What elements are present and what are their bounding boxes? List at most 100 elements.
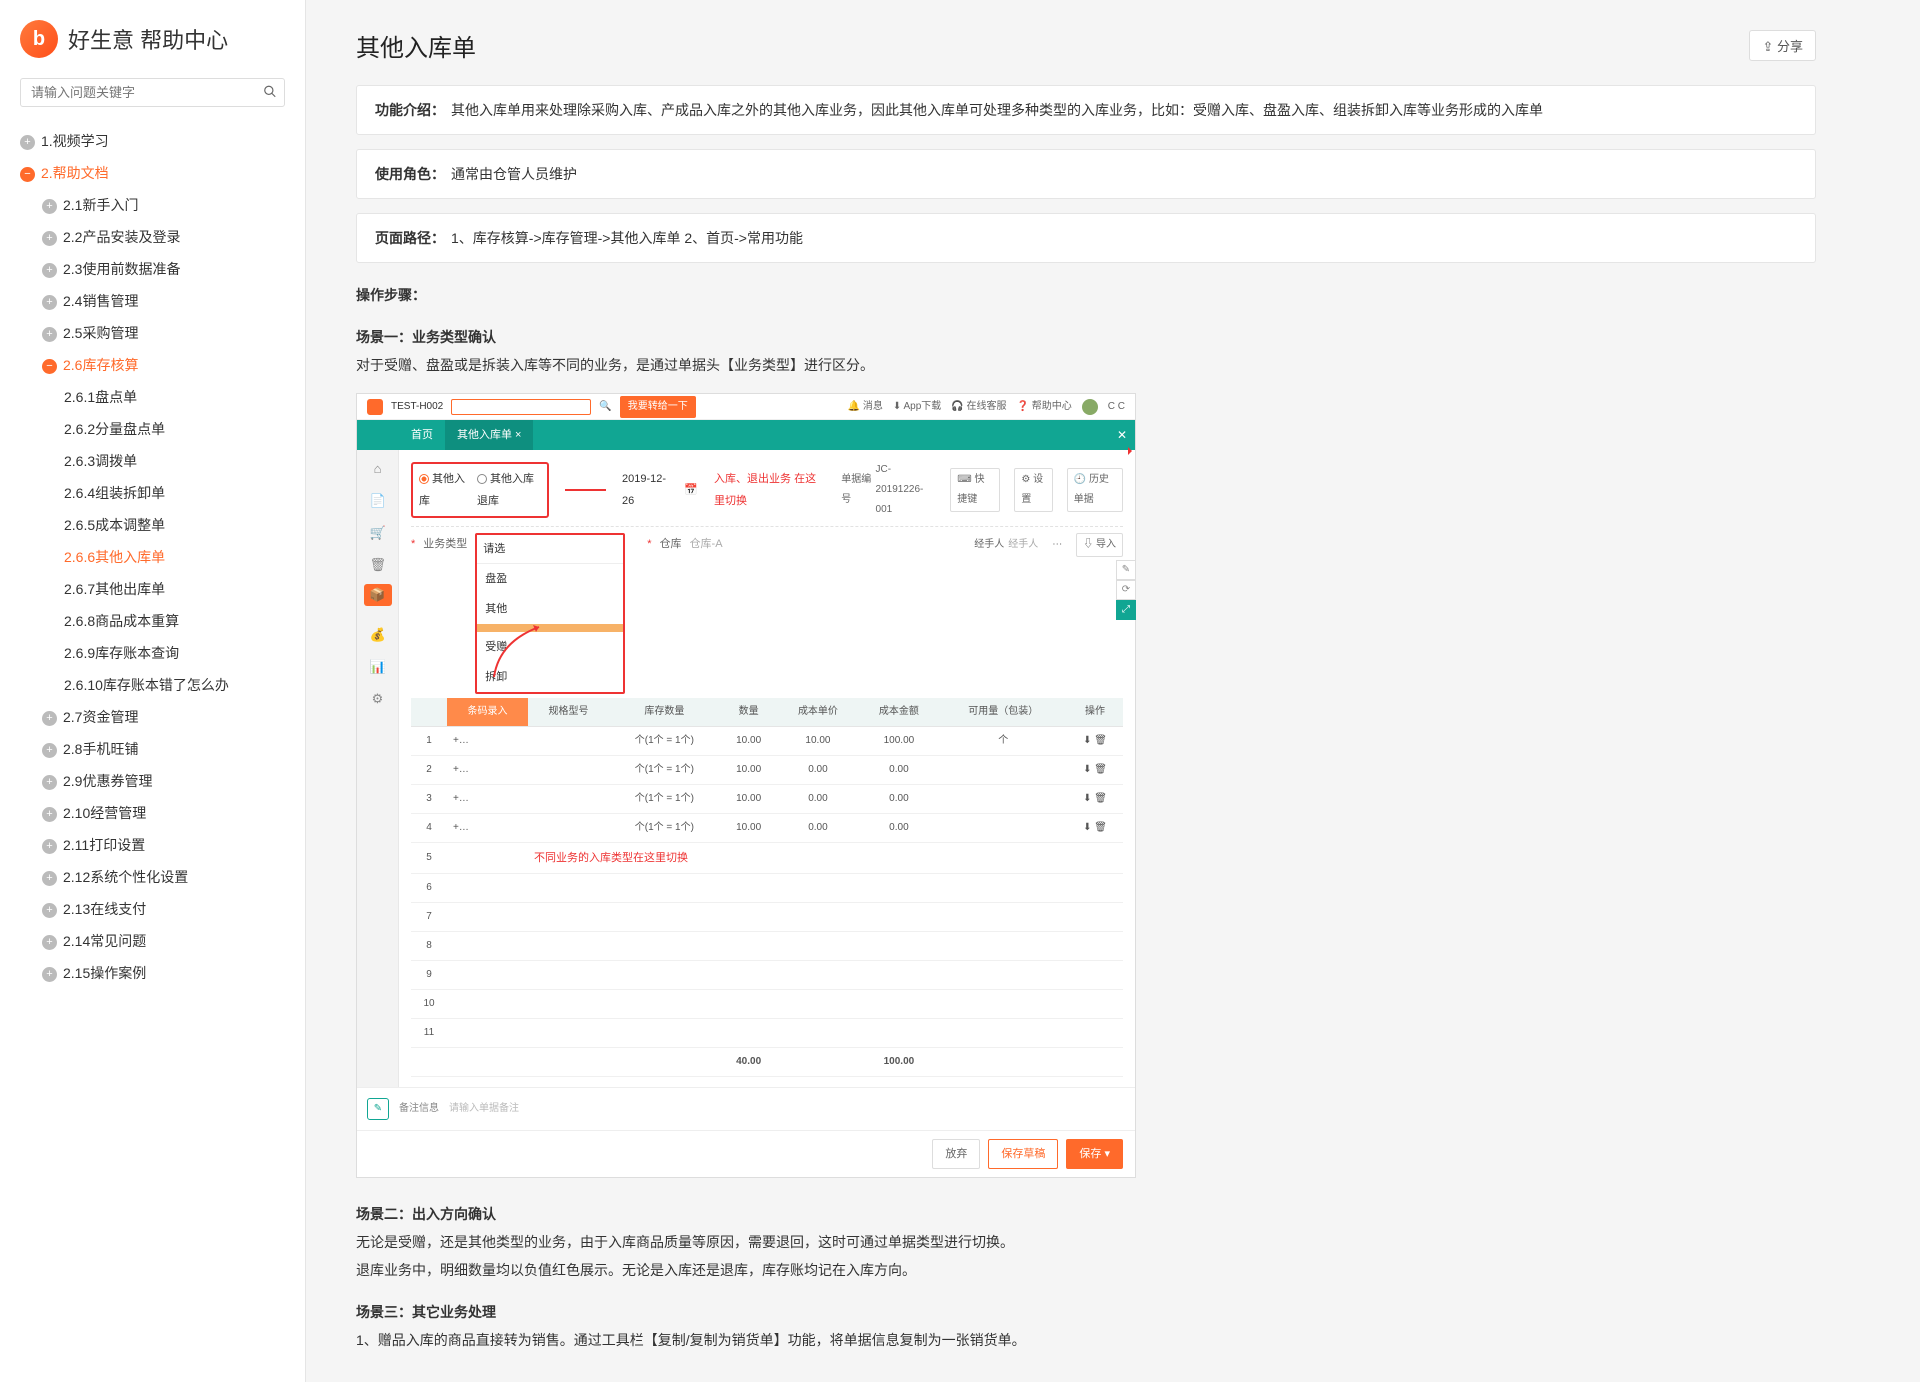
ss-search-mini xyxy=(451,399,591,415)
plus-icon: + xyxy=(42,775,57,790)
ss-nav-icon: 🛒 xyxy=(370,520,386,536)
ss-logo-icon xyxy=(367,399,383,415)
nav-2-6-2[interactable]: 2.6.2分量盘点单 xyxy=(20,413,285,445)
nav-2-4[interactable]: +2.4销售管理 xyxy=(20,285,285,317)
ss-shortcut-btn: ⌨ 快捷键 xyxy=(950,468,1000,512)
scene3-p1: 1、赠品入库的商品直接转为销售。通过工具栏【复制/复制为销货单】功能，将单据信息… xyxy=(356,1326,1816,1354)
plus-icon: + xyxy=(20,135,35,150)
ss-tab-home: 首页 xyxy=(399,420,445,450)
ss-side-icon: ✎ xyxy=(1116,560,1136,580)
nav-tree: +1.视频学习 −2.帮助文档 +2.1新手入门 +2.2产品安装及登录 +2.… xyxy=(20,125,285,989)
ss-close-icon: ✕ xyxy=(1117,423,1127,447)
ss-history-btn: 🕘 历史单据 xyxy=(1067,468,1123,512)
nav-2-1[interactable]: +2.1新手入门 xyxy=(20,189,285,221)
annotation-arrow-icon xyxy=(565,489,606,491)
scene2-title: 场景二：出入方向确认 xyxy=(356,1200,1816,1228)
plus-icon: + xyxy=(42,807,57,822)
nav-video[interactable]: +1.视频学习 xyxy=(20,125,285,157)
scene1-title: 场景一：业务类型确认 xyxy=(356,323,1816,351)
nav-2-6-9[interactable]: 2.6.9库存账本查询 xyxy=(20,637,285,669)
plus-icon: + xyxy=(42,231,57,246)
nav-2-5[interactable]: +2.5采购管理 xyxy=(20,317,285,349)
role-box: 使用角色：通常由仓管人员维护 xyxy=(356,149,1816,199)
search-icon[interactable] xyxy=(263,84,277,101)
plus-icon: + xyxy=(42,295,57,310)
nav-docs[interactable]: −2.帮助文档 xyxy=(20,157,285,189)
share-icon: ⇪ xyxy=(1762,39,1773,54)
path-box: 页面路径：1、库存核算->库存管理->其他入库单 2、首页->常用功能 xyxy=(356,213,1816,263)
scene1-text: 对于受赠、盘盈或是拆装入库等不同的业务，是通过单据头【业务类型】进行区分。 xyxy=(356,351,1816,379)
nav-2-2[interactable]: +2.2产品安装及登录 xyxy=(20,221,285,253)
nav-2-7[interactable]: +2.7资金管理 xyxy=(20,701,285,733)
ss-table: 条码录入规格型号库存数量数量成本单价成本金额可用量（包装）操作 1+…个(1个 … xyxy=(411,698,1123,1077)
nav-2-13[interactable]: +2.13在线支付 xyxy=(20,893,285,925)
ss-nav-icon: ⚙ xyxy=(370,686,386,702)
nav-2-6-1[interactable]: 2.6.1盘点单 xyxy=(20,381,285,413)
radio-icon xyxy=(419,474,429,484)
nav-2-6-6[interactable]: 2.6.6其他入库单 xyxy=(20,541,285,573)
annotation-text: 不同业务的入库类型在这里切换 xyxy=(534,852,688,864)
ss-top-link: 🔔 消息 xyxy=(848,397,883,417)
ss-biztype-dropdown: 请选 盘盈 其他 受赠 拆卸 xyxy=(475,533,625,694)
page-title: 其他入库单 xyxy=(356,28,476,63)
nav-2-6[interactable]: −2.6库存核算 xyxy=(20,349,285,381)
ss-setting-btn: ⚙ 设置 xyxy=(1014,468,1052,512)
ss-discard-button: 放弃 xyxy=(932,1139,980,1169)
ss-tab-doc: 其他入库单 × xyxy=(445,420,533,450)
ss-top-link: ⬇ App下载 xyxy=(893,397,941,417)
nav-2-15[interactable]: +2.15操作案例 xyxy=(20,957,285,989)
nav-2-11[interactable]: +2.11打印设置 xyxy=(20,829,285,861)
minus-icon: − xyxy=(42,359,57,374)
ss-top-link: 🎧 在线客服 xyxy=(951,397,1006,417)
ss-biztype-label: 业务类型 xyxy=(423,533,467,555)
scene2-p2: 退库业务中，明细数量均以负值红色展示。无论是入库还是退库，库存账均记在入库方向。 xyxy=(356,1256,1816,1284)
ss-nav-icon: 🗑 xyxy=(370,552,386,568)
example-screenshot: TEST-H002 🔍 我要转给一下 🔔 消息 ⬇ App下载 🎧 在线客服 ❓… xyxy=(356,393,1136,1178)
ss-nav-icon-active: 📦 xyxy=(364,584,392,606)
ss-date: 2019-12-26 xyxy=(622,468,668,512)
radio-icon xyxy=(477,474,487,484)
nav-2-6-8[interactable]: 2.6.8商品成本重算 xyxy=(20,605,285,637)
nav-2-6-5[interactable]: 2.6.5成本调整单 xyxy=(20,509,285,541)
nav-2-6-3[interactable]: 2.6.3调拨单 xyxy=(20,445,285,477)
nav-2-6-4[interactable]: 2.6.4组装拆卸单 xyxy=(20,477,285,509)
ss-save-button: 保存 ▾ xyxy=(1066,1139,1123,1169)
nav-2-10[interactable]: +2.10经营管理 xyxy=(20,797,285,829)
plus-icon: + xyxy=(42,199,57,214)
nav-2-6-7[interactable]: 2.6.7其他出库单 xyxy=(20,573,285,605)
plus-icon: + xyxy=(42,743,57,758)
ss-avatar-icon xyxy=(1082,399,1098,415)
plus-icon: + xyxy=(42,935,57,950)
ss-top-link: ❓ 帮助中心 xyxy=(1017,397,1072,417)
ss-env: TEST-H002 xyxy=(391,397,443,417)
plus-icon: + xyxy=(42,711,57,726)
minus-icon: − xyxy=(20,167,35,182)
share-button[interactable]: ⇪ 分享 xyxy=(1749,30,1816,61)
scene2-p1: 无论是受赠，还是其他类型的业务，由于入库商品质量等原因，需要退回，这时可通过单据… xyxy=(356,1228,1816,1256)
ss-nav-icon: ⌂ xyxy=(370,456,386,472)
nav-2-8[interactable]: +2.8手机旺铺 xyxy=(20,733,285,765)
intro-label: 功能介绍： xyxy=(375,102,445,118)
site-title: 好生意 帮助中心 xyxy=(68,23,228,55)
step-label: 操作步骤： xyxy=(356,281,1816,309)
search-input[interactable] xyxy=(20,78,285,107)
remark-icon: ✎ xyxy=(367,1098,389,1120)
main-content: 其他入库单 ⇪ 分享 功能介绍：其他入库单用来处理除采购入库、产成品入库之外的其… xyxy=(306,0,1866,1382)
nav-2-6-10[interactable]: 2.6.10库存账本错了怎么办 xyxy=(20,669,285,701)
ss-username: C C xyxy=(1108,397,1125,417)
ss-draft-button: 保存草稿 xyxy=(988,1139,1058,1169)
plus-icon: + xyxy=(42,967,57,982)
ss-nav-icon: 📊 xyxy=(370,654,386,670)
annotation-text: 入库、退出业务 在这里切换 xyxy=(714,468,825,512)
search-box xyxy=(20,78,285,107)
ss-side-icon: ⟳ xyxy=(1116,580,1136,600)
role-text: 通常由仓管人员维护 xyxy=(451,166,577,182)
nav-2-12[interactable]: +2.12系统个性化设置 xyxy=(20,861,285,893)
ss-side-icon: ⤢ xyxy=(1116,600,1136,620)
ss-radio-group: 其他入库 其他入库退库 xyxy=(411,462,549,518)
ss-search-icon: 🔍 xyxy=(599,397,611,417)
nav-2-9[interactable]: +2.9优惠券管理 xyxy=(20,765,285,797)
logo-icon: b xyxy=(20,20,58,58)
nav-2-3[interactable]: +2.3使用前数据准备 xyxy=(20,253,285,285)
nav-2-14[interactable]: +2.14常见问题 xyxy=(20,925,285,957)
